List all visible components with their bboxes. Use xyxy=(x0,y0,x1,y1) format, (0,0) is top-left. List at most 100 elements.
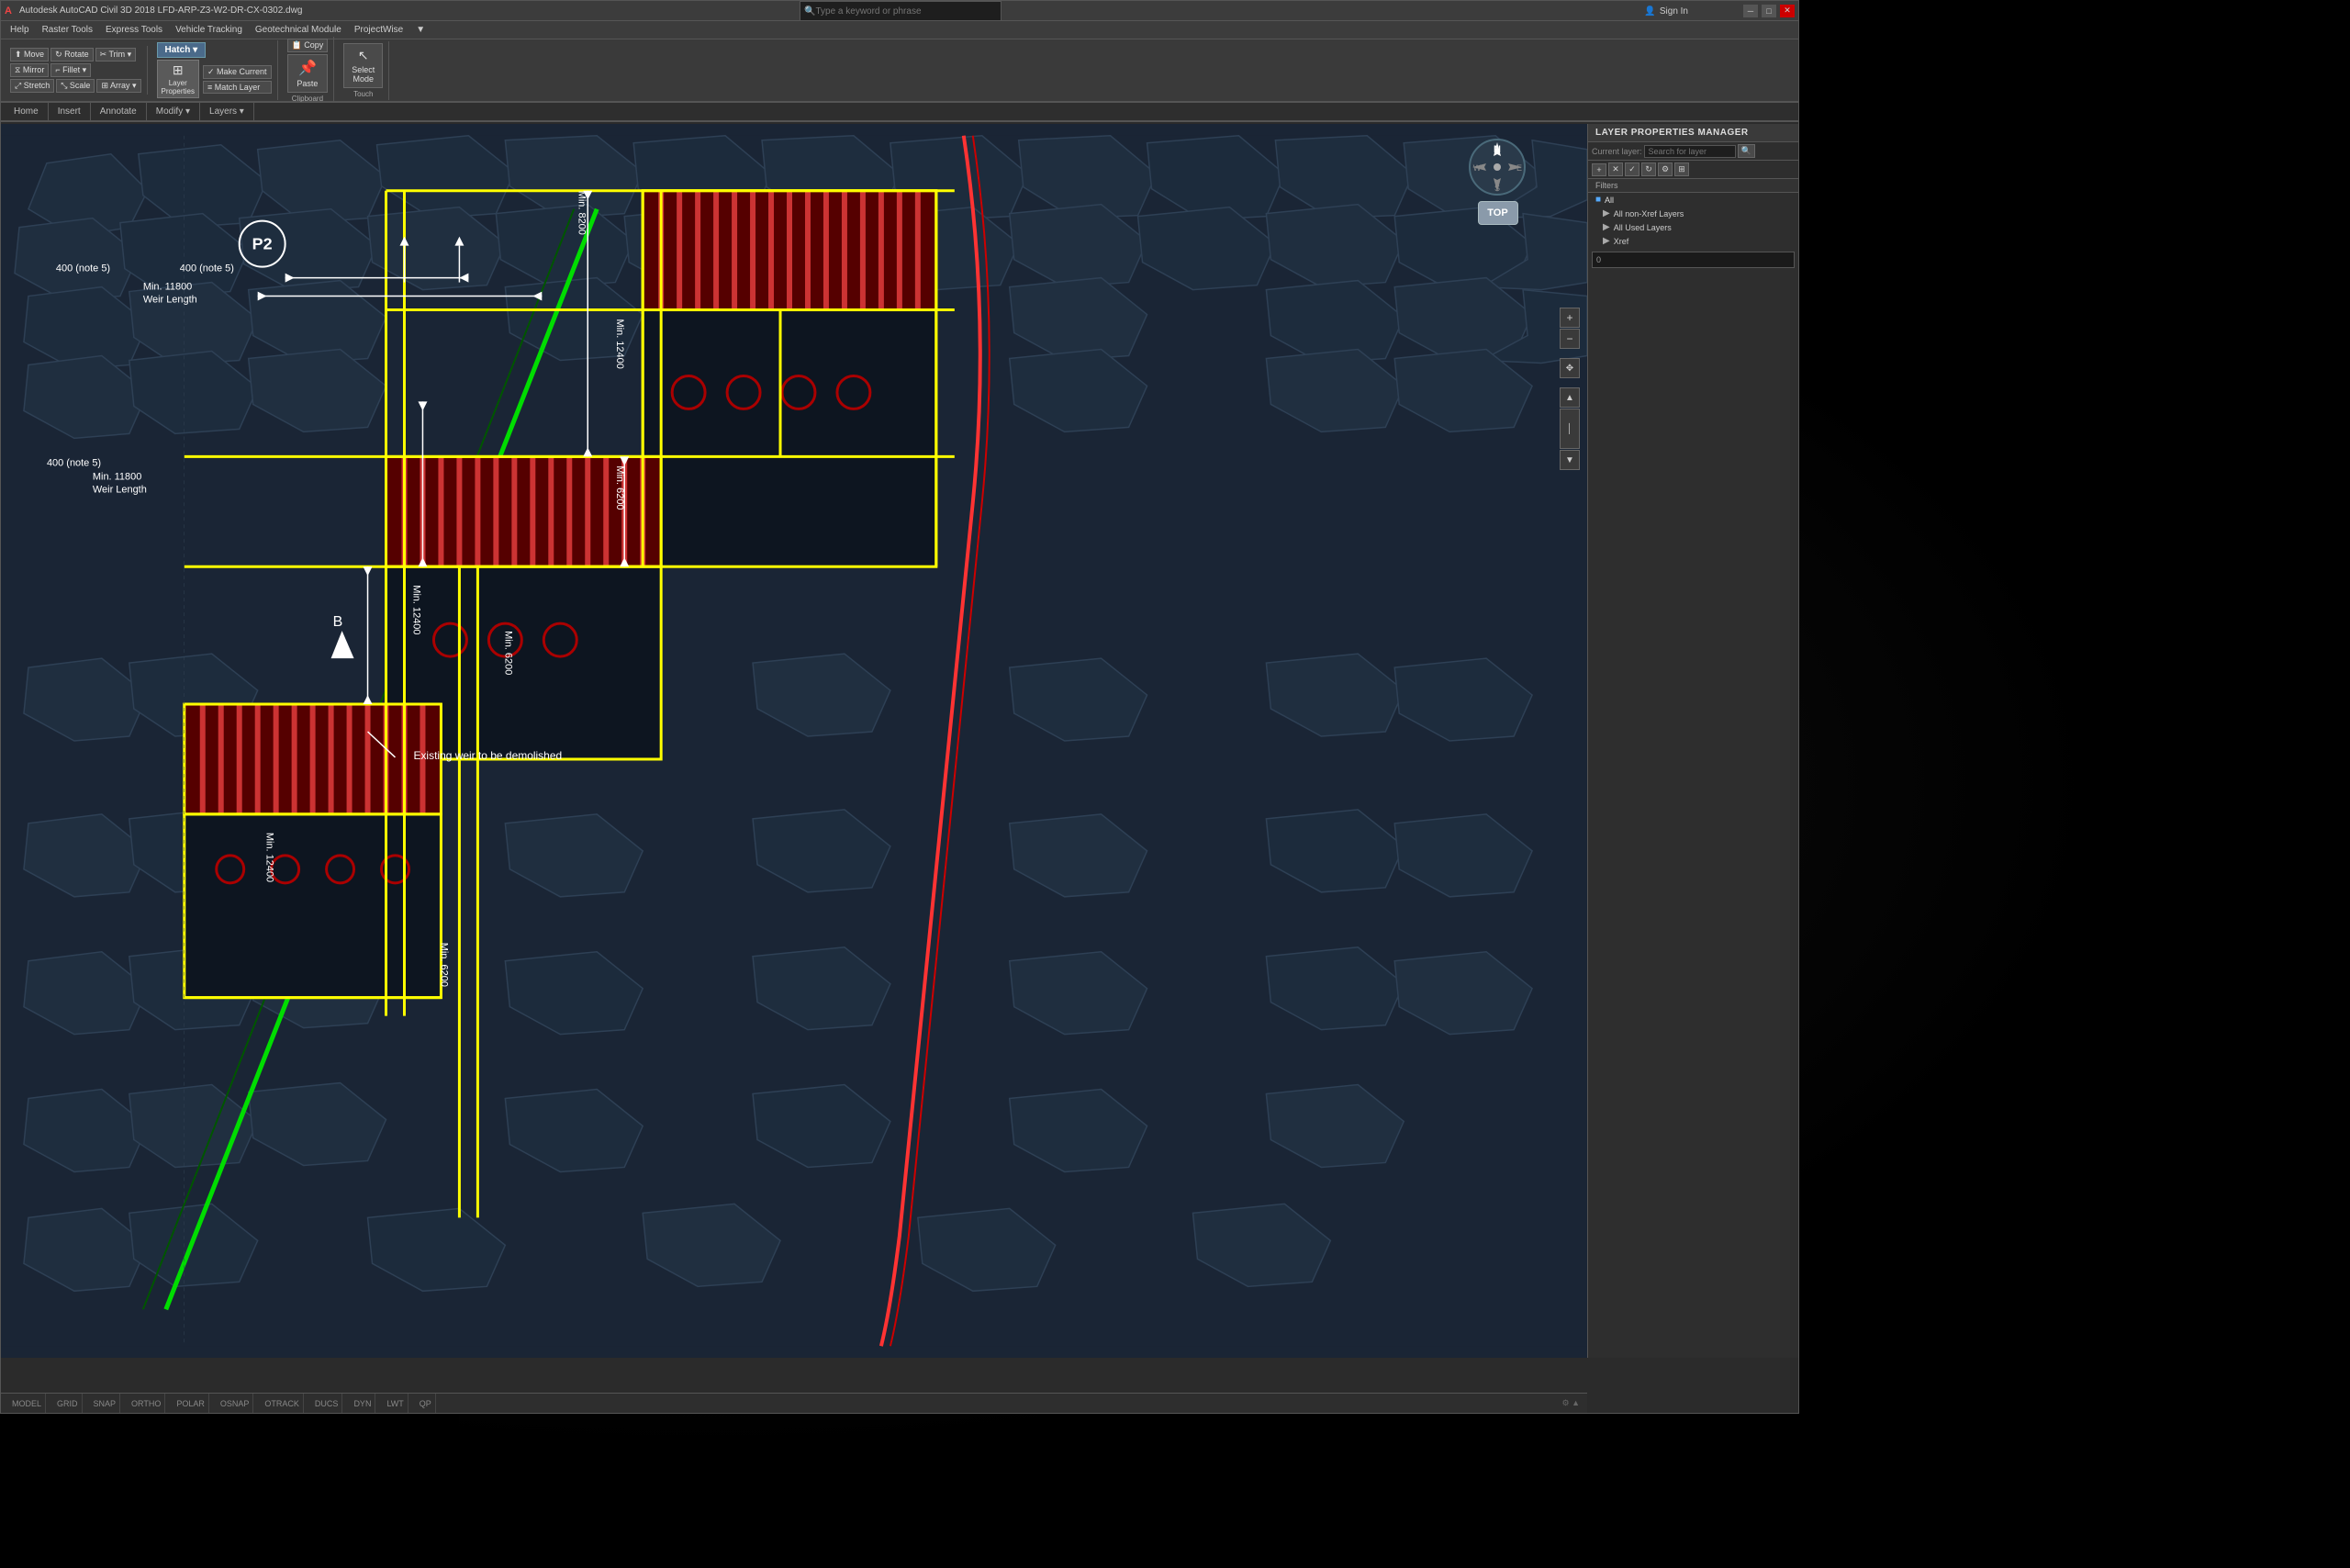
scroll-down-button[interactable]: ▼ xyxy=(1560,450,1580,470)
title-bar-text: Autodesk AutoCAD Civil 3D 2018 LFD-ARP-Z… xyxy=(19,6,302,16)
hatch-button[interactable]: Hatch ▾ xyxy=(157,42,207,58)
layer-tools-row: + ✕ ✓ ↻ ⚙ ⊞ xyxy=(1588,161,1798,179)
tab-insert[interactable]: Insert xyxy=(49,102,91,122)
search-icon: 🔍 xyxy=(804,6,815,17)
tab-layers[interactable]: Layers ▾ xyxy=(200,102,254,122)
filter-xref[interactable]: ▶ Xref xyxy=(1588,234,1798,248)
svg-text:Min. 12400: Min. 12400 xyxy=(410,585,421,634)
refresh-button[interactable]: ↻ xyxy=(1641,162,1656,176)
layer-search-button[interactable]: 🔍 xyxy=(1738,144,1755,158)
draw-buttons-row2: ⧖ Mirror ⌐ Fillet ▾ xyxy=(10,63,141,77)
filter-all-icon: ■ xyxy=(1595,195,1601,205)
tab-annotate[interactable]: Annotate xyxy=(91,102,147,122)
status-ortho[interactable]: ORTHO xyxy=(128,1394,165,1413)
search-input[interactable] xyxy=(815,6,997,17)
layer-panel-toolbar: Current layer: 🔍 xyxy=(1588,142,1798,161)
svg-text:400 (note 5): 400 (note 5) xyxy=(47,457,101,468)
zoom-out-button[interactable]: − xyxy=(1560,329,1580,349)
scale-button[interactable]: ⤡ Scale xyxy=(56,79,95,93)
select-mode-label: SelectMode xyxy=(352,65,375,84)
filter-non-xref-label: All non-Xref Layers xyxy=(1614,209,1684,218)
filter-non-xref-icon: ▶ xyxy=(1603,208,1610,218)
svg-text:Min. 6200: Min. 6200 xyxy=(614,465,625,510)
draw-buttons-row3: ⤢ Stretch ⤡ Scale ⊞ Array ▾ xyxy=(10,79,141,93)
status-bar: MODEL GRID SNAP ORTHO POLAR OSNAP OTRACK… xyxy=(1,1393,1587,1413)
layer-properties-label: LayerProperties xyxy=(162,79,195,95)
window-controls: ─ □ ✕ xyxy=(1743,5,1795,17)
ribbon-group-draw: ⬆ Move ↻ Rotate ✂ Trim ▾ ⧖ Mirror ⌐ Fill… xyxy=(5,46,148,95)
status-lwt[interactable]: LWT xyxy=(383,1394,408,1413)
svg-text:Min. 8200: Min. 8200 xyxy=(576,191,587,235)
layers-row2: ⊞ LayerProperties ✓ Make Current ≡ Match… xyxy=(157,60,272,98)
mirror-button[interactable]: ⧖ Mirror xyxy=(10,63,49,77)
menu-item-project[interactable]: ProjectWise xyxy=(349,21,408,39)
move-button[interactable]: ⬆ Move xyxy=(10,48,49,62)
filter-used[interactable]: ▶ All Used Layers xyxy=(1588,220,1798,234)
status-ducs[interactable]: DUCS xyxy=(311,1394,343,1413)
select-mode-button[interactable]: ↖ SelectMode xyxy=(343,43,383,88)
layer-panel-title: LAYER PROPERTIES MANAGER xyxy=(1588,124,1798,142)
signin-label: Sign In xyxy=(1660,6,1688,17)
clipboard-row1: 📋 Copy xyxy=(287,39,329,52)
rotate-button[interactable]: ↻ Rotate xyxy=(50,48,94,62)
menu-item-vehicle[interactable]: Vehicle Tracking xyxy=(170,21,248,39)
make-current-button[interactable]: ✓ Make Current xyxy=(203,65,272,79)
layer-search-input[interactable] xyxy=(1644,145,1736,158)
menu-item-help[interactable]: Help xyxy=(5,21,35,39)
array-button[interactable]: ⊞ Array ▾ xyxy=(96,79,140,93)
filter-used-icon: ▶ xyxy=(1603,222,1610,232)
close-button[interactable]: ✕ xyxy=(1780,5,1795,17)
menu-item-more[interactable]: ▼ xyxy=(410,21,431,39)
new-layer-button[interactable]: + xyxy=(1592,163,1606,176)
title-bar: A Autodesk AutoCAD Civil 3D 2018 LFD-ARP… xyxy=(1,1,1798,21)
ribbon-tabs-bar: Home Insert Annotate Modify ▾ Layers ▾ xyxy=(1,102,1798,120)
filter-non-xref[interactable]: ▶ All non-Xref Layers xyxy=(1588,207,1798,220)
trim-button[interactable]: ✂ Trim ▾ xyxy=(95,48,137,62)
minimize-button[interactable]: ─ xyxy=(1743,5,1758,17)
pan-button[interactable]: ✥ xyxy=(1560,358,1580,378)
svg-text:Min. 6200: Min. 6200 xyxy=(502,631,513,675)
drawing-canvas[interactable]: P2 B 400 (note 5) 400 (note 5) Min. 1180… xyxy=(1,124,1587,1358)
svg-text:Min. 11800: Min. 11800 xyxy=(93,471,141,482)
set-current-button[interactable]: ✓ xyxy=(1625,162,1639,176)
layer-tools: ✓ Make Current ≡ Match Layer xyxy=(203,65,272,94)
menu-item-express[interactable]: Express Tools xyxy=(100,21,168,39)
copy-button[interactable]: 📋 Copy xyxy=(287,39,329,52)
layer-icon: ⊞ xyxy=(173,62,184,78)
viewcube-top-button[interactable]: TOP xyxy=(1478,201,1518,225)
tab-home[interactable]: Home xyxy=(5,102,49,122)
layer-properties-panel: LAYER PROPERTIES MANAGER Current layer: … xyxy=(1587,124,1798,1358)
settings-button[interactable]: ⚙ xyxy=(1658,162,1673,176)
zoom-in-button[interactable]: + xyxy=(1560,308,1580,328)
status-qp[interactable]: QP xyxy=(416,1394,436,1413)
layer-properties-button[interactable]: ⊞ LayerProperties xyxy=(157,60,199,98)
svg-text:400 (note 5): 400 (note 5) xyxy=(56,263,110,274)
water-channel-top xyxy=(643,310,936,567)
delete-layer-button[interactable]: ✕ xyxy=(1608,162,1623,176)
svg-text:E: E xyxy=(1516,163,1522,173)
status-dyn[interactable]: DYN xyxy=(350,1394,375,1413)
tab-modify[interactable]: Modify ▾ xyxy=(147,102,200,122)
scroll-up-button[interactable]: ▲ xyxy=(1560,387,1580,408)
fillet-button[interactable]: ⌐ Fillet ▾ xyxy=(50,63,91,77)
status-osnap[interactable]: OSNAP xyxy=(217,1394,254,1413)
columns-button[interactable]: ⊞ xyxy=(1674,162,1689,176)
zoom-controls: + − ✥ ▲ │ ▼ xyxy=(1560,308,1580,470)
stretch-button[interactable]: ⤢ Stretch xyxy=(10,79,54,93)
maximize-button[interactable]: □ xyxy=(1762,5,1776,17)
app-logo: A xyxy=(5,6,12,17)
status-grid[interactable]: GRID xyxy=(53,1394,83,1413)
match-layer-button[interactable]: ≡ Match Layer xyxy=(203,81,272,94)
svg-text:P2: P2 xyxy=(252,235,273,253)
status-polar[interactable]: POLAR xyxy=(173,1394,209,1413)
paste-button[interactable]: 📌 Paste xyxy=(287,54,329,93)
scroll-mid-button[interactable]: │ xyxy=(1560,409,1580,449)
status-model[interactable]: MODEL xyxy=(8,1394,46,1413)
status-right: ⚙ ▲ xyxy=(1562,1398,1580,1408)
signin-area[interactable]: 👤 Sign In xyxy=(1644,1,1688,21)
menu-item-raster[interactable]: Raster Tools xyxy=(37,21,98,39)
status-otrack[interactable]: OTRACK xyxy=(261,1394,304,1413)
status-snap[interactable]: SNAP xyxy=(90,1394,121,1413)
search-bar[interactable]: 🔍 xyxy=(800,1,1002,21)
filter-all[interactable]: ■ All xyxy=(1588,193,1798,207)
